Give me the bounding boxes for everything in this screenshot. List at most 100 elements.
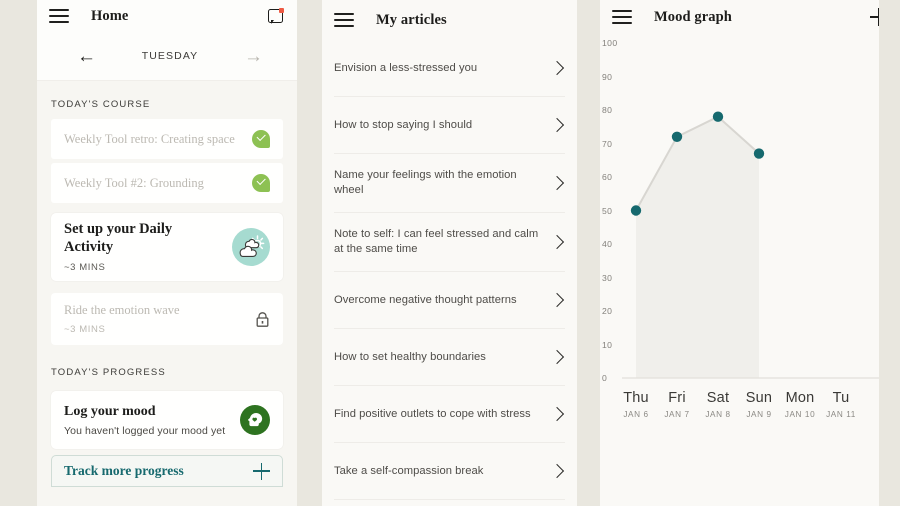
chart-x-tick-date: JAN 7	[664, 410, 690, 419]
daily-activity-duration: ~3 MINS	[64, 262, 106, 274]
article-title: Name your feelings with the emotion whee…	[334, 169, 517, 196]
list-item[interactable]: How to set healthy boundaries	[334, 329, 565, 386]
list-item[interactable]: Find positive outlets to cope with stres…	[334, 386, 565, 443]
article-title: Envision a less-stressed you	[334, 61, 478, 74]
chevron-right-icon	[549, 349, 565, 365]
todays-course-label: TODAY'S COURSE	[51, 99, 151, 110]
chevron-right-icon	[549, 60, 565, 76]
chart-x-tick: Sun JAN 9	[746, 390, 772, 419]
daily-activity-text: Set up your Daily Activity ~3 MINS	[64, 221, 232, 274]
hamburger-icon[interactable]	[612, 10, 632, 24]
screen: Home ← TUESDAY → TODAY'S COURSE Weekly T…	[0, 0, 900, 506]
chevron-right-icon	[549, 292, 565, 308]
log-mood-title: Log your mood	[64, 403, 156, 419]
article-title: Note to self: I can feel stressed and ca…	[334, 228, 539, 255]
chart-x-tick-day: Tu	[832, 390, 850, 406]
previous-day-button[interactable]: ←	[77, 47, 96, 66]
article-title: How to stop saying I should	[334, 118, 473, 131]
list-item[interactable]: How to stop saying I should	[334, 97, 565, 154]
chart-x-tick: Thu JAN 6	[623, 390, 649, 419]
lock-icon	[255, 311, 270, 328]
todays-progress-label: TODAY'S PROGRESS	[51, 367, 166, 378]
track-more-progress-label: Track more progress	[64, 463, 184, 478]
chart-y-tick: 90	[602, 71, 613, 82]
article-title: Overcome negative thought patterns	[334, 293, 517, 306]
log-mood-subtitle: You haven't logged your mood yet	[64, 424, 226, 437]
list-item[interactable]: Take a self-compassion break	[334, 443, 565, 500]
chevron-right-icon	[549, 406, 565, 422]
chevron-right-icon	[549, 234, 565, 250]
locked-activity-text: Ride the emotion wave ~3 MINS	[64, 303, 255, 335]
article-title: Find positive outlets to cope with stres…	[334, 407, 531, 420]
chart-y-tick: 10	[602, 339, 613, 350]
panel-gap	[577, 0, 600, 506]
course-item-row[interactable]: Weekly Tool #2: Grounding	[51, 163, 283, 203]
chart-y-tick: 60	[602, 172, 613, 182]
daily-activity-title: Set up your Daily Activity	[64, 220, 173, 255]
head-heart-icon	[240, 405, 270, 435]
article-title: Take a self-compassion break	[334, 464, 484, 477]
chat-bubble-icon[interactable]	[268, 7, 285, 25]
mood-chart: 0 10 20 30 40 50 60 70 80 90 100 Thu JAN 6 Fri JAN 7 S…	[600, 30, 900, 470]
notification-dot	[279, 7, 284, 13]
chart-x-tick: Mon JAN 10	[785, 390, 815, 419]
sun-behind-cloud-icon	[232, 228, 270, 266]
chart-x-tick-day: Sat	[706, 390, 730, 406]
list-item[interactable]: Create an if-then plan to deal with your…	[334, 500, 565, 506]
chart-y-tick: 40	[602, 239, 613, 249]
list-item[interactable]: Envision a less-stressed you	[334, 40, 565, 97]
course-item-row[interactable]: Weekly Tool retro: Creating space	[51, 119, 283, 159]
course-item-title: Weekly Tool retro: Creating space	[64, 131, 235, 146]
chart-x-tick-day: Thu	[623, 390, 649, 406]
chart-y-tick: 80	[602, 105, 613, 115]
hamburger-icon[interactable]	[49, 9, 69, 23]
locked-activity-duration: ~3 MINS	[64, 324, 106, 335]
chart-x-tick: Fri JAN 7	[664, 390, 689, 419]
home-panel: Home ← TUESDAY → TODAY'S COURSE Weekly T…	[37, 0, 297, 506]
list-item[interactable]: Overcome negative thought patterns	[334, 272, 565, 329]
daily-activity-card[interactable]: Set up your Daily Activity ~3 MINS	[51, 213, 283, 281]
chevron-right-icon	[549, 463, 565, 479]
articles-app-bar: My articles	[322, 0, 577, 40]
mood-graph-panel: Mood graph 0 10 20 30 40 50 60 70 80 90 100 Thu JAN…	[600, 0, 900, 506]
chart-data-point[interactable]	[630, 205, 642, 216]
chart-data-point[interactable]	[753, 148, 765, 159]
chart-x-tick-day: Sun	[745, 390, 773, 406]
chevron-right-icon	[549, 117, 565, 133]
day-switcher: ← TUESDAY →	[37, 32, 297, 81]
chart-x-tick-date: JAN 9	[746, 410, 772, 419]
chart-y-tick: 100	[602, 38, 618, 48]
panel-gap	[297, 0, 322, 506]
articles-list: Envision a less-stressed you How to stop…	[322, 40, 577, 506]
chart-y-tick: 30	[602, 272, 613, 283]
locked-activity-card[interactable]: Ride the emotion wave ~3 MINS	[51, 293, 283, 345]
chart-data-point[interactable]	[712, 111, 724, 122]
article-title: How to set healthy boundaries	[334, 350, 486, 363]
list-item[interactable]: Note to self: I can feel stressed and ca…	[334, 213, 565, 272]
course-item-text: Weekly Tool #2: Grounding	[64, 176, 252, 191]
course-item-text: Weekly Tool retro: Creating space	[64, 132, 252, 147]
log-mood-text: Log your mood You haven't logged your mo…	[64, 404, 240, 437]
chart-data-point[interactable]	[671, 131, 683, 142]
course-item-title: Weekly Tool #2: Grounding	[64, 175, 204, 190]
page-title: Mood graph	[654, 8, 732, 25]
chart-x-tick-date: JAN 11	[826, 410, 856, 419]
list-item[interactable]: Name your feelings with the emotion whee…	[334, 154, 565, 213]
plus-icon[interactable]	[253, 462, 270, 480]
next-day-button[interactable]: →	[244, 47, 263, 66]
hamburger-icon[interactable]	[334, 13, 354, 27]
chevron-right-icon	[549, 175, 565, 191]
articles-panel: My articles Envision a less-stressed you…	[322, 0, 577, 506]
chart-x-tick-date: JAN 8	[705, 410, 731, 419]
chart-y-tick: 50	[602, 205, 613, 216]
log-mood-card[interactable]: Log your mood You haven't logged your mo…	[51, 391, 283, 449]
page-title: My articles	[376, 11, 447, 28]
check-badge-icon	[252, 174, 270, 192]
mood-graph-app-bar: Mood graph	[600, 4, 900, 30]
locked-activity-title: Ride the emotion wave	[64, 303, 180, 317]
track-more-progress-bar[interactable]: Track more progress	[51, 455, 283, 487]
chart-y-tick: 70	[602, 138, 613, 149]
chart-x-tick-date: JAN 10	[784, 410, 816, 419]
chart-x-tick-date: JAN 6	[623, 410, 649, 419]
app-bar-actions	[268, 7, 285, 25]
